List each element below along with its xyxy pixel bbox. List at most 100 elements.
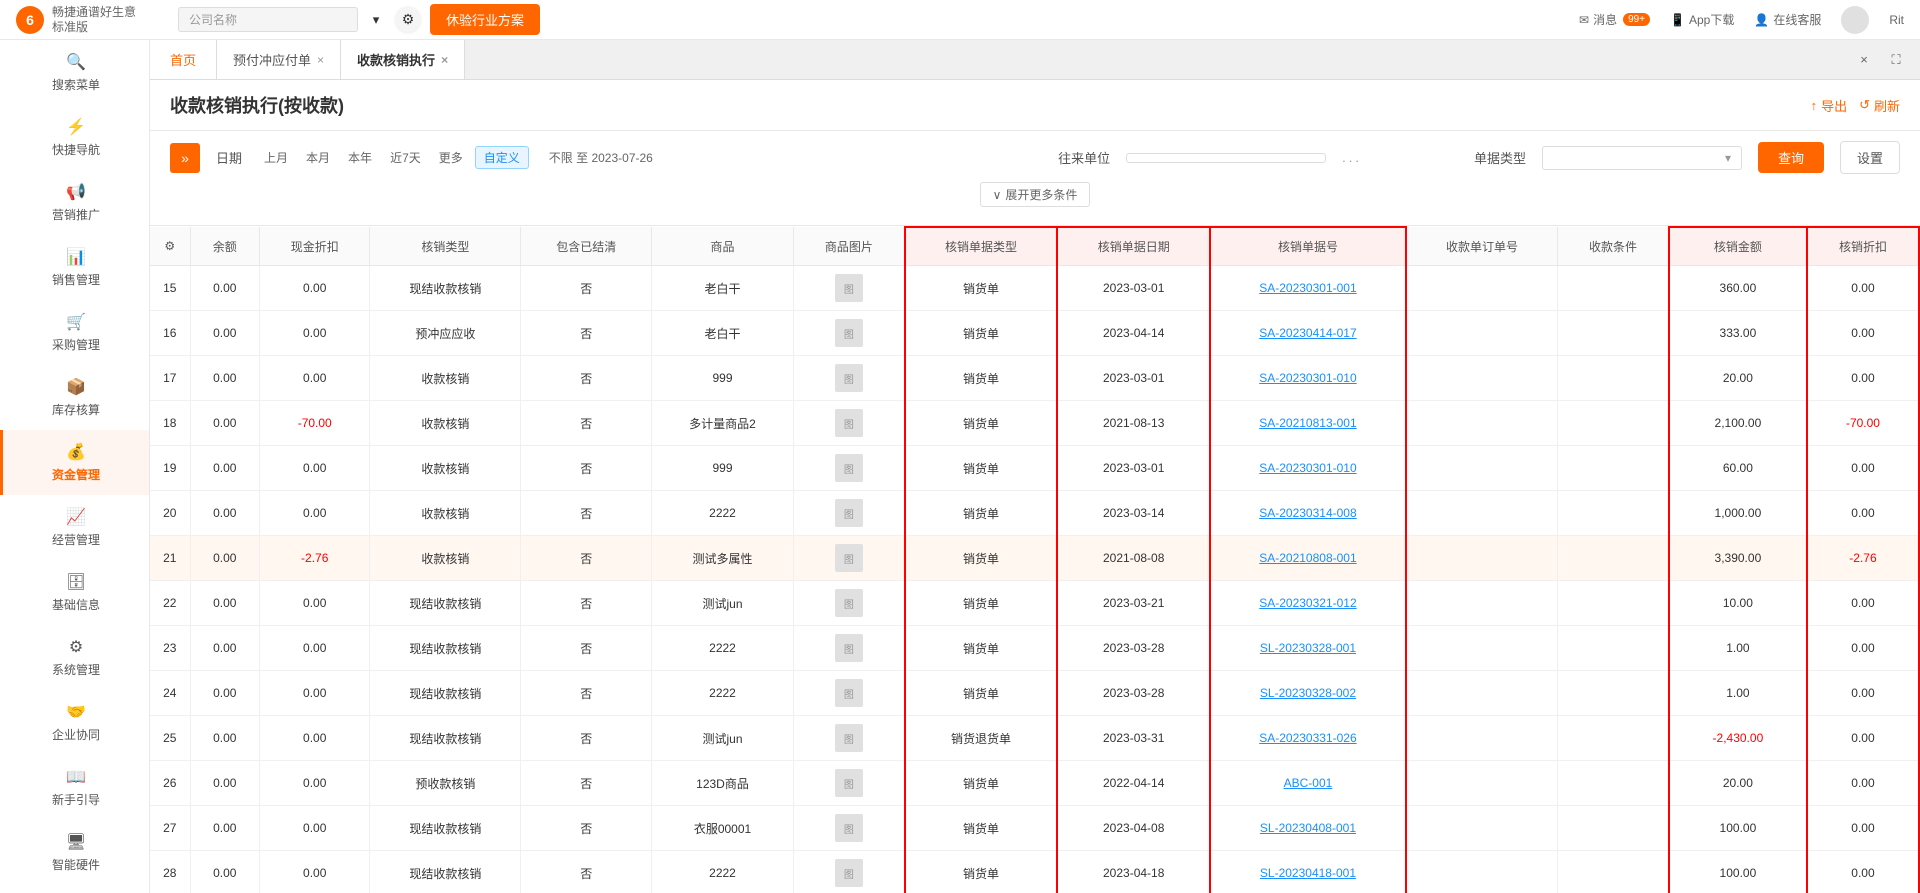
- cell-num: 20: [150, 491, 190, 536]
- tab-verify[interactable]: 收款核销执行 ×: [341, 40, 465, 79]
- date-opt-this-year[interactable]: 本年: [342, 147, 378, 168]
- messages-item[interactable]: ✉ 消息 99+: [1579, 11, 1650, 28]
- sidebar-item-system[interactable]: ⚙ 系统管理: [0, 625, 149, 690]
- table-row: 28 0.00 0.00 现结收款核销 否 2222 图 销货单 2023-04…: [150, 851, 1919, 893]
- avatar[interactable]: [1841, 6, 1869, 34]
- industry-btn[interactable]: 休验行业方案: [430, 4, 540, 35]
- cell-bill-no[interactable]: SL-20230418-001: [1210, 851, 1406, 893]
- sidebar-item-basic-info[interactable]: 🗄 基础信息: [0, 560, 149, 625]
- bill-no-link[interactable]: SA-20230301-010: [1259, 371, 1356, 385]
- cell-bill-no[interactable]: SA-20230314-008: [1210, 491, 1406, 536]
- cell-bill-no[interactable]: SA-20230331-026: [1210, 716, 1406, 761]
- tab-fullscreen-btn[interactable]: ⛶: [1884, 48, 1908, 72]
- cell-goods: 2222: [652, 626, 794, 671]
- refresh-btn[interactable]: ↺ 刷新: [1859, 96, 1900, 115]
- app-download-item[interactable]: 📱 App下载: [1670, 11, 1734, 28]
- date-opt-more[interactable]: 更多: [433, 147, 469, 168]
- cell-goods: 测试jun: [652, 716, 794, 761]
- bill-no-link[interactable]: SL-20230408-001: [1260, 821, 1356, 835]
- newbie-icon: 📖: [66, 767, 86, 787]
- bill-no-link[interactable]: SL-20230328-002: [1260, 686, 1356, 700]
- bill-no-link[interactable]: SA-20230331-026: [1259, 731, 1356, 745]
- online-service-item[interactable]: 👤 在线客服: [1754, 11, 1821, 28]
- cell-included: 否: [521, 401, 652, 446]
- cell-included: 否: [521, 356, 652, 401]
- table-row: 25 0.00 0.00 现结收款核销 否 测试jun 图 销货退货单 2023…: [150, 716, 1919, 761]
- cell-bill-no[interactable]: SL-20230328-001: [1210, 626, 1406, 671]
- expand-conditions-btn[interactable]: ∨ 展开更多条件: [980, 182, 1091, 207]
- cell-num: 28: [150, 851, 190, 893]
- bill-no-link[interactable]: SA-20210813-001: [1259, 416, 1356, 430]
- topbar-settings-btn[interactable]: ⚙: [394, 6, 422, 34]
- cell-bill-no[interactable]: SA-20230414-017: [1210, 311, 1406, 356]
- sidebar-item-wechat[interactable]: 💬 企业微信: [0, 885, 149, 893]
- cell-bill-no[interactable]: SA-20210813-001: [1210, 401, 1406, 446]
- cell-goods-img: 图: [794, 806, 905, 851]
- cell-bill-no[interactable]: SA-20230321-012: [1210, 581, 1406, 626]
- sidebar-item-nav[interactable]: ⚡ 快捷导航: [0, 105, 149, 170]
- bill-no-link[interactable]: SA-20230301-001: [1259, 281, 1356, 295]
- table-row: 17 0.00 0.00 收款核销 否 999 图 销货单 2023-03-01…: [150, 356, 1919, 401]
- bill-no-link[interactable]: SA-20210808-001: [1259, 551, 1356, 565]
- date-opt-7days[interactable]: 近7天: [384, 147, 427, 168]
- system-icon: ⚙: [69, 637, 83, 657]
- sidebar-item-purchase[interactable]: 🛒 采购管理: [0, 300, 149, 365]
- date-opt-last-month[interactable]: 上月: [258, 147, 294, 168]
- sidebar-item-newbie[interactable]: 📖 新手引导: [0, 755, 149, 820]
- sidebar-item-collab[interactable]: 🤝 企业协同: [0, 690, 149, 755]
- cell-included: 否: [521, 671, 652, 716]
- sidebar-item-marketing[interactable]: 📢 营销推广: [0, 170, 149, 235]
- date-opt-custom[interactable]: 自定义: [475, 146, 529, 169]
- bill-no-link[interactable]: SA-20230314-008: [1259, 506, 1356, 520]
- cell-bill-no[interactable]: SA-20230301-001: [1210, 266, 1406, 311]
- tab-prepay-close[interactable]: ×: [317, 53, 324, 67]
- filter-expand-icon[interactable]: »: [170, 143, 200, 173]
- sidebar-label-marketing: 营销推广: [52, 206, 100, 223]
- export-btn[interactable]: ↑ 导出: [1811, 96, 1848, 115]
- query-btn[interactable]: 查询: [1758, 142, 1824, 173]
- tab-close-btn[interactable]: ×: [1852, 48, 1876, 72]
- col-cash-discount: 现金折扣: [260, 227, 370, 266]
- company-dropdown-btn[interactable]: ▾: [366, 10, 386, 30]
- bill-no-link[interactable]: SA-20230301-010: [1259, 461, 1356, 475]
- bill-no-link[interactable]: SA-20230414-017: [1259, 326, 1356, 340]
- sidebar-item-inventory[interactable]: 📦 库存核算: [0, 365, 149, 430]
- cell-verify-type: 现结收款核销: [370, 626, 521, 671]
- cell-bill-no[interactable]: SA-20230301-010: [1210, 446, 1406, 491]
- cell-num: 19: [150, 446, 190, 491]
- bill-no-link[interactable]: SL-20230418-001: [1260, 866, 1356, 880]
- sidebar-item-finance[interactable]: 💰 资金管理: [0, 430, 149, 495]
- cell-goods: 123D商品: [652, 761, 794, 806]
- sidebar-item-operations[interactable]: 📈 经营管理: [0, 495, 149, 560]
- table-container: ⚙ 余额 现金折扣 核销类型 包含已结清 商品 商品图片 核销单据类型 核销单据…: [150, 226, 1920, 893]
- cell-num: 27: [150, 806, 190, 851]
- sidebar-item-hardware[interactable]: 🖥 智能硬件: [0, 820, 149, 885]
- bill-no-link[interactable]: SL-20230328-001: [1260, 641, 1356, 655]
- cell-verify-amount: 1.00: [1669, 626, 1807, 671]
- cell-bill-no[interactable]: ABC-001: [1210, 761, 1406, 806]
- col-settings[interactable]: ⚙: [150, 227, 190, 266]
- cell-bill-no[interactable]: SL-20230408-001: [1210, 806, 1406, 851]
- sidebar-item-sales[interactable]: 📊 销售管理: [0, 235, 149, 300]
- cell-verify-discount: 0.00: [1807, 581, 1919, 626]
- cell-bill-no[interactable]: SL-20230328-002: [1210, 671, 1406, 716]
- bill-type-select[interactable]: ▾: [1542, 146, 1742, 170]
- date-opt-this-month[interactable]: 本月: [300, 147, 336, 168]
- tab-prepay[interactable]: 预付冲应付单 ×: [217, 40, 341, 79]
- settings-small-btn[interactable]: 设置: [1840, 141, 1900, 174]
- cell-order-no: [1406, 761, 1558, 806]
- cell-bill-no[interactable]: SA-20230301-010: [1210, 356, 1406, 401]
- cell-num: 21: [150, 536, 190, 581]
- tab-verify-close[interactable]: ×: [441, 53, 448, 67]
- cell-order-no: [1406, 581, 1558, 626]
- partner-input[interactable]: [1126, 153, 1326, 163]
- company-name-input[interactable]: 公司名称: [178, 7, 358, 32]
- bill-no-link[interactable]: SA-20230321-012: [1259, 596, 1356, 610]
- page-content: 收款核销执行(按收款) ↑ 导出 ↺ 刷新 » 日期: [150, 80, 1920, 893]
- cell-bill-no[interactable]: SA-20210808-001: [1210, 536, 1406, 581]
- sidebar-item-search[interactable]: 🔍 搜索菜单: [0, 40, 149, 105]
- page-header: 收款核销执行(按收款) ↑ 导出 ↺ 刷新: [150, 80, 1920, 131]
- tab-home[interactable]: 首页: [150, 40, 217, 79]
- bill-no-link[interactable]: ABC-001: [1284, 776, 1333, 790]
- cell-pay-cond: [1558, 536, 1669, 581]
